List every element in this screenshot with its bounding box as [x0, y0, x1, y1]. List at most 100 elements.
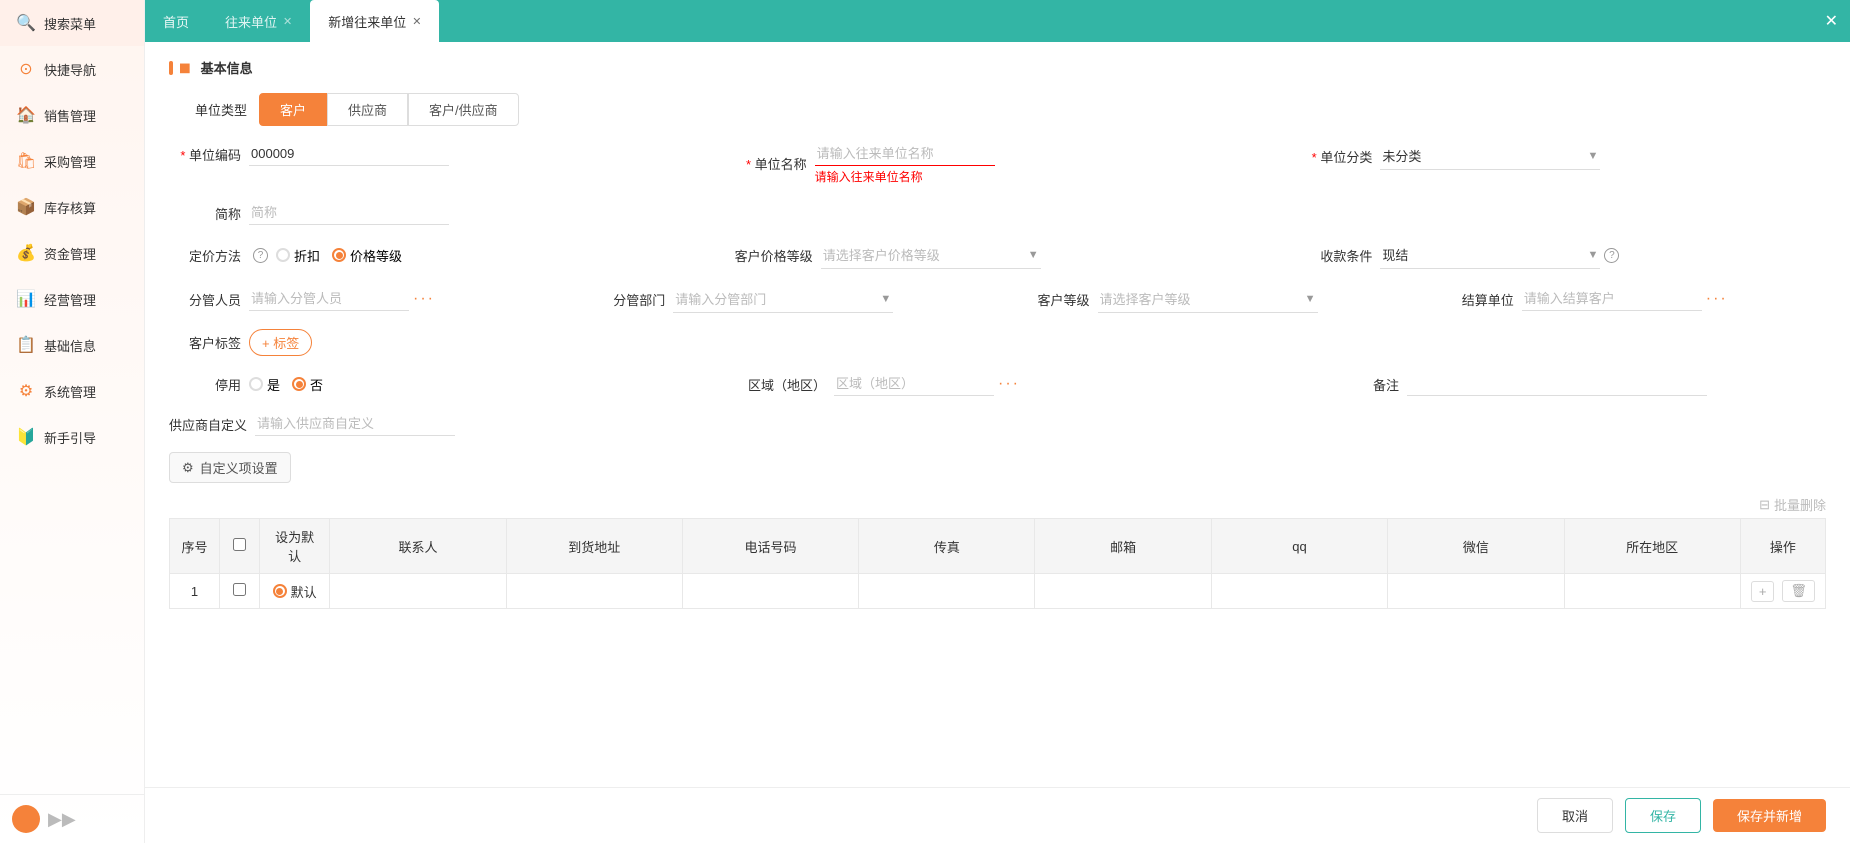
tab-close-new-partner[interactable]: ✕ — [412, 15, 421, 28]
name-input[interactable] — [815, 142, 995, 166]
sidebar-expand-icon[interactable]: ▶▶ — [48, 809, 76, 830]
row-email[interactable] — [1035, 574, 1211, 609]
batch-delete-label[interactable]: 批量删除 — [1774, 495, 1826, 514]
row-region[interactable] — [1564, 574, 1740, 609]
tabbar-close-button[interactable]: ✕ — [1825, 11, 1838, 31]
row-phone[interactable] — [682, 574, 858, 609]
sidebar-item-label: 新手引导 — [44, 428, 96, 447]
payment-value: 现结 — [1382, 245, 1583, 264]
settlement-more-btn[interactable]: ··· — [1702, 290, 1732, 308]
remark-input[interactable] — [1407, 372, 1707, 396]
contact-input[interactable] — [340, 584, 495, 599]
field-area: 区域（地区） ··· — [748, 372, 1247, 396]
form-row-pricing: 定价方法 ? 折扣 价格等级 客户价格等级 — [169, 241, 1826, 269]
add-row-button[interactable]: + — [1751, 581, 1775, 602]
radio-disable-no-circle — [292, 377, 306, 391]
manager-more-btn[interactable]: ··· — [409, 290, 439, 308]
category-select[interactable]: 未分类 ▼ — [1380, 142, 1600, 170]
radio-price-level[interactable]: 价格等级 — [332, 246, 402, 265]
field-remark: 备注 — [1327, 372, 1826, 396]
pricing-help-icon[interactable]: ? — [253, 248, 268, 263]
customer-level-label: 客户等级 — [1018, 290, 1098, 309]
sidebar-item-finance[interactable]: 💰 资金管理 — [0, 230, 144, 276]
settlement-input[interactable] — [1522, 287, 1702, 311]
save-button[interactable]: 保存 — [1625, 798, 1701, 833]
form-row-supplier-custom: 供应商自定义 — [169, 412, 1826, 436]
customer-price-chevron: ▼ — [1028, 249, 1039, 261]
row-wechat[interactable] — [1388, 574, 1564, 609]
cancel-button[interactable]: 取消 — [1537, 798, 1613, 833]
radio-disable-yes[interactable]: 是 — [249, 375, 280, 394]
unit-type-customer[interactable]: 客户 — [259, 93, 327, 126]
pricing-radio-group: 折扣 价格等级 — [276, 246, 402, 265]
radio-disable-yes-label: 是 — [267, 375, 280, 394]
address-input[interactable] — [517, 584, 672, 599]
supplier-custom-input[interactable] — [255, 412, 455, 436]
custom-settings-button[interactable]: ⚙ 自定义项设置 — [169, 452, 291, 483]
field-name: 单位名称 请输入往来单位名称 — [735, 142, 1261, 185]
unit-type-supplier[interactable]: 供应商 — [327, 93, 408, 126]
name-error-text: 请输入往来单位名称 — [815, 168, 995, 185]
default-radio-inner — [276, 588, 283, 595]
dept-select[interactable]: 请输入分管部门 ▼ — [673, 285, 893, 313]
sidebar-item-search[interactable]: 🔍 搜索菜单 — [0, 0, 144, 46]
customer-level-select[interactable]: 请选择客户等级 ▼ — [1098, 285, 1318, 313]
area-input[interactable] — [834, 372, 994, 396]
field-pricing: 定价方法 ? 折扣 价格等级 — [169, 246, 695, 265]
fax-input[interactable] — [869, 584, 1024, 599]
customer-price-select[interactable]: 请选择客户价格等级 ▼ — [821, 241, 1041, 269]
manager-input[interactable] — [249, 287, 409, 311]
sidebar-item-inventory[interactable]: 📦 库存核算 — [0, 184, 144, 230]
row-contact[interactable] — [330, 574, 506, 609]
row-default-radio[interactable]: 默认 — [260, 574, 330, 609]
tab-close-partners[interactable]: ✕ — [283, 15, 292, 28]
sidebar-item-quick-nav[interactable]: ⊙ 快捷导航 — [0, 46, 144, 92]
row-checkbox-input[interactable] — [233, 583, 246, 596]
sidebar-item-basic-info[interactable]: 📋 基础信息 — [0, 322, 144, 368]
customer-price-label: 客户价格等级 — [735, 246, 821, 265]
radio-discount[interactable]: 折扣 — [276, 246, 320, 265]
payment-help-icon[interactable]: ? — [1604, 248, 1619, 263]
form-row-short-name: 简称 — [169, 201, 1826, 225]
payment-select[interactable]: 现结 ▼ — [1380, 241, 1600, 269]
code-input[interactable] — [249, 142, 449, 166]
tab-new-partner[interactable]: 新增往来单位 ✕ — [310, 0, 439, 42]
phone-input[interactable] — [693, 584, 848, 599]
row-qq[interactable] — [1211, 574, 1387, 609]
tab-home[interactable]: 首页 — [145, 0, 207, 42]
sidebar-item-purchase[interactable]: 🛍 采购管理 — [0, 138, 144, 184]
main-area: 首页 往来单位 ✕ 新增往来单位 ✕ ✕ ◼ 基本信息 单位类型 客户 供应商 … — [145, 0, 1850, 843]
unit-type-both[interactable]: 客户/供应商 — [408, 93, 519, 126]
sidebar-item-sales[interactable]: 🏠 销售管理 — [0, 92, 144, 138]
sidebar-item-operations[interactable]: 📊 经营管理 — [0, 276, 144, 322]
col-default-radio: 设为默认 — [260, 519, 330, 574]
sidebar-item-label: 销售管理 — [44, 106, 96, 125]
row-actions-cell: + 🗑 — [1740, 574, 1825, 609]
row-checkbox[interactable] — [220, 574, 260, 609]
radio-disable-no[interactable]: 否 — [292, 375, 323, 394]
wechat-input[interactable] — [1398, 584, 1553, 599]
row-fax[interactable] — [859, 574, 1035, 609]
default-radio-item[interactable]: 默认 — [270, 582, 319, 601]
select-all-checkbox[interactable] — [233, 538, 246, 551]
avatar — [12, 805, 40, 833]
email-input[interactable] — [1045, 584, 1200, 599]
footer: 取消 保存 保存并新增 — [145, 787, 1850, 843]
qq-input[interactable] — [1222, 584, 1377, 599]
save-new-button[interactable]: 保存并新增 — [1713, 799, 1826, 832]
tab-partners[interactable]: 往来单位 ✕ — [207, 0, 310, 42]
sidebar-item-guide[interactable]: 🔰 新手引导 — [0, 414, 144, 460]
add-tag-button[interactable]: + 标签 — [249, 329, 312, 356]
batch-delete-icon: ⊟ — [1759, 497, 1770, 513]
area-more-btn[interactable]: ··· — [994, 375, 1024, 393]
section-title-text: 基本信息 — [201, 58, 253, 77]
sidebar-item-system[interactable]: ⚙ 系统管理 — [0, 368, 144, 414]
custom-settings-label: 自定义项设置 — [200, 458, 278, 477]
region-input[interactable] — [1575, 584, 1730, 599]
basic-info-icon: 📋 — [16, 335, 36, 355]
radio-discount-label: 折扣 — [294, 246, 320, 265]
pricing-label: 定价方法 — [169, 246, 249, 265]
delete-row-button[interactable]: 🗑 — [1782, 580, 1815, 602]
short-name-input[interactable] — [249, 201, 449, 225]
row-address[interactable] — [506, 574, 682, 609]
